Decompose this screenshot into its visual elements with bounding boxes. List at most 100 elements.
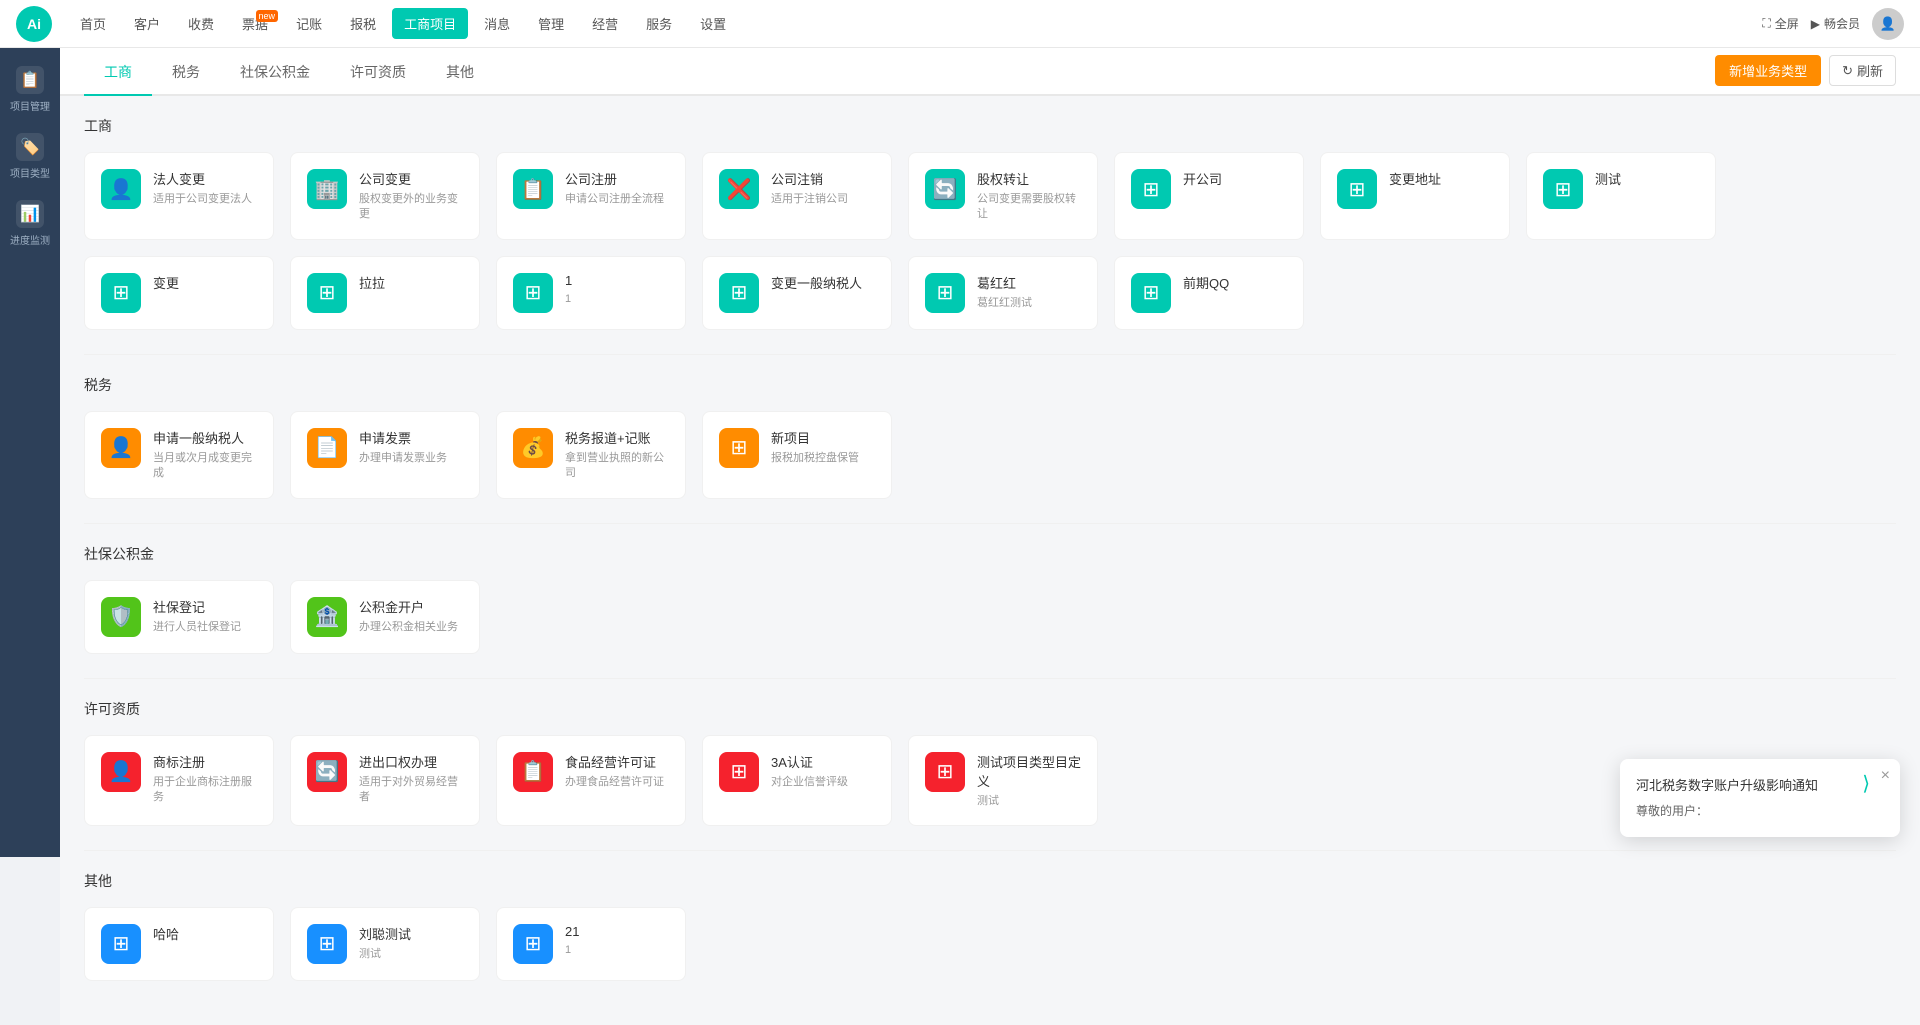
card-item-0-4[interactable]: 🔄股权转让公司变更需要股权转让 xyxy=(908,152,1098,240)
card-item-4-1[interactable]: ⊞刘聪测试测试 xyxy=(290,907,480,981)
card-item-0-9[interactable]: ⊞拉拉 xyxy=(290,256,480,330)
card-desc-3-3: 对企业信誉评级 xyxy=(771,775,875,790)
card-item-2-1[interactable]: 🏦公积金开户办理公积金相关业务 xyxy=(290,580,480,654)
card-icon-1-1: 📄 xyxy=(307,428,347,468)
avatar[interactable]: 👤 xyxy=(1872,8,1904,40)
fullscreen-btn[interactable]: ⛶ 全屏 xyxy=(1762,15,1798,32)
card-icon-4-1: ⊞ xyxy=(307,924,347,964)
nav-right: ⛶ 全屏 ▶ 畅会员 👤 xyxy=(1762,8,1904,40)
nav-item-收费[interactable]: 收费 xyxy=(176,8,226,39)
sidebar: 📋 项目管理 🏷️ 项目类型 📊 进度监测 xyxy=(0,48,60,857)
card-desc-0-4: 公司变更需要股权转让 xyxy=(977,192,1081,223)
card-item-1-0[interactable]: 👤申请一般纳税人当月或次月成变更完成 xyxy=(84,411,274,499)
sidebar-icon-0: 📋 xyxy=(16,66,44,94)
card-item-3-1[interactable]: 🔄进出口权办理适用于对外贸易经营者 xyxy=(290,735,480,826)
new-type-button[interactable]: 新增业务类型 xyxy=(1715,55,1821,86)
card-item-0-13[interactable]: ⊞前期QQ xyxy=(1114,256,1304,330)
card-icon-0-11: ⊞ xyxy=(719,273,759,313)
card-item-0-6[interactable]: ⊞变更地址 xyxy=(1320,152,1510,240)
sidebar-item-0[interactable]: 📋 项目管理 xyxy=(0,56,60,123)
nav-item-报税[interactable]: 报税 xyxy=(338,8,388,39)
sidebar-label-0: 项目管理 xyxy=(10,98,50,113)
card-item-1-3[interactable]: ⊞新项目报税加税控盘保管 xyxy=(702,411,892,499)
card-text-0-0: 法人变更适用于公司变更法人 xyxy=(153,169,257,207)
nav-item-记账[interactable]: 记账 xyxy=(284,8,334,39)
sidebar-icon-2: 📊 xyxy=(16,200,44,228)
tab-社保公积金[interactable]: 社保公积金 xyxy=(220,48,330,96)
section-divider-1 xyxy=(84,523,1896,524)
nav-item-设置[interactable]: 设置 xyxy=(688,8,738,39)
tab-工商[interactable]: 工商 xyxy=(84,48,152,96)
card-item-4-0[interactable]: ⊞ 哈哈 xyxy=(84,907,274,981)
card-desc-3-1: 适用于对外贸易经营者 xyxy=(359,775,463,806)
tab-其他[interactable]: 其他 xyxy=(426,48,494,96)
card-desc-0-10: 1 xyxy=(565,292,669,307)
tab-许可资质[interactable]: 许可资质 xyxy=(330,48,426,96)
card-item-0-10[interactable]: ⊞11 xyxy=(496,256,686,330)
card-item-0-11[interactable]: ⊞变更一般纳税人 xyxy=(702,256,892,330)
card-item-3-2[interactable]: 📋食品经营许可证办理食品经营许可证 xyxy=(496,735,686,826)
card-item-3-0[interactable]: 👤商标注册用于企业商标注册服务 xyxy=(84,735,274,826)
card-item-4-2[interactable]: ⊞211 xyxy=(496,907,686,981)
nav-badge: new xyxy=(256,10,279,22)
card-item-1-1[interactable]: 📄申请发票办理申请发票业务 xyxy=(290,411,480,499)
card-text-4-2: 211 xyxy=(565,924,669,958)
refresh-icon: ↻ xyxy=(1842,63,1853,79)
card-item-0-0[interactable]: 👤法人变更适用于公司变更法人 xyxy=(84,152,274,240)
nav-item-票据[interactable]: 票据new xyxy=(230,8,280,39)
card-text-3-1: 进出口权办理适用于对外贸易经营者 xyxy=(359,752,463,806)
card-item-0-7[interactable]: ⊞测试 xyxy=(1526,152,1716,240)
nav-item-工商项目[interactable]: 工商项目 xyxy=(392,8,468,39)
card-name-1-0: 申请一般纳税人 xyxy=(153,428,257,447)
card-text-4-0: 哈哈 xyxy=(153,924,257,947)
card-item-3-3[interactable]: ⊞3A认证对企业信誉评级 xyxy=(702,735,892,826)
card-name-0-3: 公司注销 xyxy=(771,169,875,188)
card-item-0-3[interactable]: ❌公司注销适用于注销公司 xyxy=(702,152,892,240)
card-name-1-2: 税务报道+记账 xyxy=(565,428,669,447)
card-text-0-9: 拉拉 xyxy=(359,273,463,296)
nav-item-消息[interactable]: 消息 xyxy=(472,8,522,39)
card-item-0-12[interactable]: ⊞葛红红葛红红测试 xyxy=(908,256,1098,330)
top-nav: Ai 首页客户收费票据new记账报税工商项目消息管理经营服务设置 ⛶ 全屏 ▶ … xyxy=(0,0,1920,48)
sidebar-label-2: 进度监测 xyxy=(10,232,50,247)
card-item-0-5[interactable]: ⊞开公司 xyxy=(1114,152,1304,240)
nav-item-服务[interactable]: 服务 xyxy=(634,8,684,39)
card-text-1-0: 申请一般纳税人当月或次月成变更完成 xyxy=(153,428,257,482)
member-btn[interactable]: ▶ 畅会员 xyxy=(1811,15,1860,32)
nav-item-首页[interactable]: 首页 xyxy=(68,8,118,39)
cards-grid-1: 👤申请一般纳税人当月或次月成变更完成📄申请发票办理申请发票业务💰税务报道+记账拿… xyxy=(84,411,1896,499)
nav-item-经营[interactable]: 经营 xyxy=(580,8,630,39)
card-desc-3-2: 办理食品经营许可证 xyxy=(565,775,669,790)
card-desc-0-0: 适用于公司变更法人 xyxy=(153,192,257,207)
card-name-0-2: 公司注册 xyxy=(565,169,669,188)
card-item-0-1[interactable]: 🏢公司变更股权变更外的业务变更 xyxy=(290,152,480,240)
notification-close-btn[interactable]: × xyxy=(1881,767,1890,785)
card-text-0-4: 股权转让公司变更需要股权转让 xyxy=(977,169,1081,223)
card-item-2-0[interactable]: 🛡️社保登记进行人员社保登记 xyxy=(84,580,274,654)
card-text-3-2: 食品经营许可证办理食品经营许可证 xyxy=(565,752,669,790)
cards-grid-4: ⊞哈哈⊞刘聪测试测试⊞211 xyxy=(84,907,1896,981)
card-icon-4-0: ⊞ xyxy=(101,924,141,964)
card-item-0-2[interactable]: 📋公司注册申请公司注册全流程 xyxy=(496,152,686,240)
card-desc-4-2: 1 xyxy=(565,943,669,958)
nav-item-客户[interactable]: 客户 xyxy=(122,8,172,39)
sidebar-item-1[interactable]: 🏷️ 项目类型 xyxy=(0,123,60,190)
refresh-button[interactable]: ↻ 刷新 xyxy=(1829,55,1896,86)
card-text-2-1: 公积金开户办理公积金相关业务 xyxy=(359,597,463,635)
card-desc-3-4: 测试 xyxy=(977,794,1081,809)
nav-item-管理[interactable]: 管理 xyxy=(526,8,576,39)
card-desc-2-1: 办理公积金相关业务 xyxy=(359,620,463,635)
card-item-3-4[interactable]: ⊞测试项目类型目定义测试 xyxy=(908,735,1098,826)
section-title-2: 社保公积金 xyxy=(84,544,1896,564)
card-name-1-1: 申请发票 xyxy=(359,428,463,447)
tab-税务[interactable]: 税务 xyxy=(152,48,220,96)
content-area: 工商👤法人变更适用于公司变更法人🏢公司变更股权变更外的业务变更📋公司注册申请公司… xyxy=(60,96,1920,1025)
card-name-3-3: 3A认证 xyxy=(771,752,875,771)
card-item-1-2[interactable]: 💰税务报道+记账拿到营业执照的新公司 xyxy=(496,411,686,499)
sidebar-item-2[interactable]: 📊 进度监测 xyxy=(0,190,60,257)
section-title-4: 其他 xyxy=(84,871,1896,891)
card-name-0-4: 股权转让 xyxy=(977,169,1081,188)
card-item-0-8[interactable]: ⊞变更 xyxy=(84,256,274,330)
logo[interactable]: Ai xyxy=(16,6,52,42)
card-icon-1-2: 💰 xyxy=(513,428,553,468)
